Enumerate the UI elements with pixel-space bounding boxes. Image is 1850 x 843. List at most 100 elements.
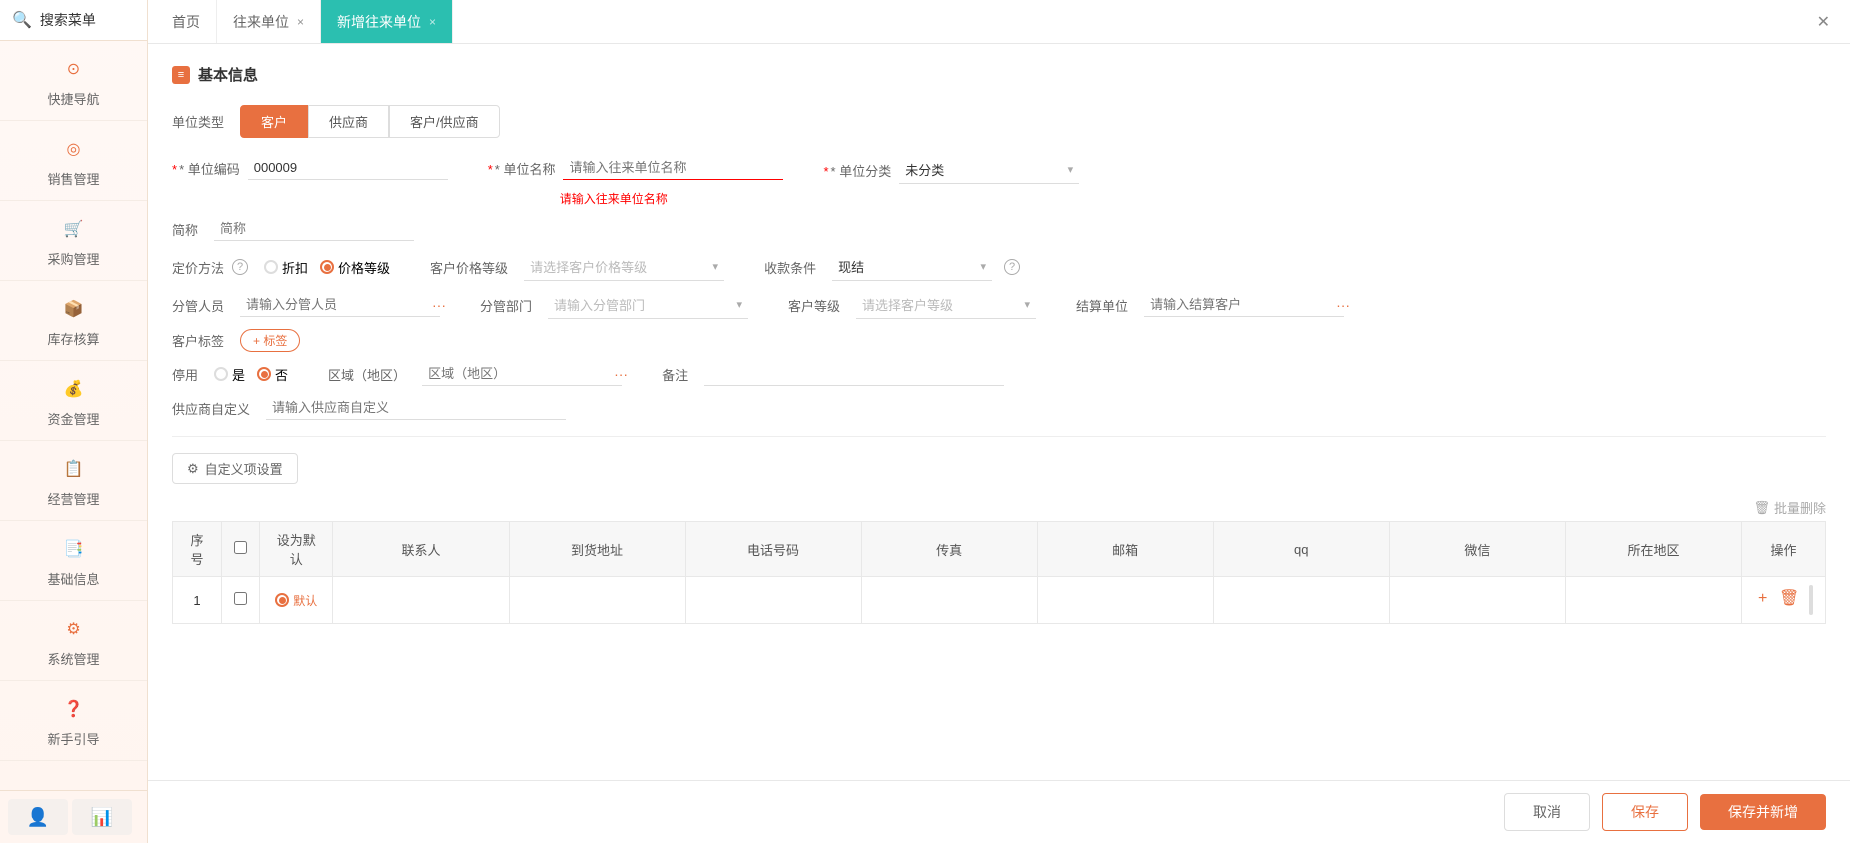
row-supplier-custom: 供应商自定义: [172, 396, 1826, 420]
address-input[interactable]: [522, 593, 673, 608]
cell-default[interactable]: 默认: [259, 577, 333, 624]
unit-name-input[interactable]: [563, 156, 783, 180]
manager-more-btn[interactable]: ···: [428, 297, 450, 313]
region-input[interactable]: [422, 362, 610, 385]
cancel-button[interactable]: 取消: [1504, 793, 1590, 831]
unit-type-label: 单位类型: [172, 112, 224, 131]
unit-type-supplier[interactable]: 供应商: [308, 105, 389, 138]
cell-email[interactable]: [1037, 577, 1213, 624]
row-add-btn[interactable]: +: [1758, 590, 1767, 607]
sidebar-item-sales[interactable]: ◎ 销售管理: [0, 121, 147, 201]
sidebar-item-guide[interactable]: ❓ 新手引导: [0, 681, 147, 761]
sidebar-item-operations[interactable]: 📋 经营管理: [0, 441, 147, 521]
row-checkbox[interactable]: [234, 592, 247, 605]
col-wechat: 微信: [1389, 522, 1565, 577]
inventory-icon: 📦: [58, 293, 90, 325]
sidebar-search[interactable]: 🔍 搜索菜单: [0, 0, 147, 41]
customer-price-level-select[interactable]: 请选择客户价格等级 ▾: [524, 253, 724, 281]
unit-code-input[interactable]: [248, 156, 448, 180]
row-tags: 客户标签 + 标签: [172, 329, 1826, 352]
row-drag-handle[interactable]: [1809, 585, 1813, 615]
row-delete-btn[interactable]: 🗑: [1779, 590, 1799, 607]
supplier-custom-field: 供应商自定义: [172, 396, 566, 420]
save-button[interactable]: 保存: [1602, 793, 1688, 831]
supplier-custom-input[interactable]: [266, 396, 566, 420]
unit-type-both[interactable]: 客户/供应商: [389, 105, 500, 138]
wechat-input[interactable]: [1402, 593, 1553, 608]
disabled-label: 停用: [172, 365, 198, 384]
custom-settings-label: 自定义项设置: [205, 459, 283, 478]
unit-category-select[interactable]: 未分类 ▾: [899, 156, 1079, 184]
cell-qq[interactable]: [1213, 577, 1389, 624]
tab-new-unit[interactable]: 新增往来单位 ×: [321, 0, 453, 43]
email-input[interactable]: [1050, 593, 1201, 608]
select-all-checkbox[interactable]: [234, 541, 247, 554]
sidebar-item-label: 销售管理: [47, 169, 99, 188]
department-field: 分管部门 请输入分管部门 ▾: [480, 291, 748, 319]
pricing-method-label: 定价方法: [172, 258, 224, 277]
default-radio[interactable]: 默认: [272, 592, 321, 609]
sidebar-item-system[interactable]: ⚙ 系统管理: [0, 601, 147, 681]
disabled-field: 停用 是 否: [172, 365, 288, 384]
tab-new-unit-label: 新增往来单位: [337, 12, 421, 32]
save-new-button[interactable]: 保存并新增: [1700, 794, 1826, 830]
cell-contact[interactable]: [333, 577, 509, 624]
contact-input[interactable]: [345, 593, 496, 608]
cell-address[interactable]: [509, 577, 685, 624]
cell-fax[interactable]: [861, 577, 1037, 624]
pricing-discount-circle: [264, 260, 278, 274]
pricing-radio-group: 折扣 价格等级: [264, 258, 390, 277]
tag-add-button[interactable]: + 标签: [240, 329, 300, 352]
window-close-btn[interactable]: ✕: [1805, 12, 1842, 32]
payment-terms-help-icon[interactable]: ?: [1004, 259, 1020, 275]
payment-terms-select[interactable]: 现结 ▾: [832, 253, 992, 281]
unit-type-customer[interactable]: 客户: [240, 105, 308, 138]
row-short-name: 简称: [172, 217, 1826, 241]
manager-input[interactable]: [240, 293, 428, 316]
manager-label: 分管人员: [172, 296, 224, 315]
phone-input[interactable]: [698, 593, 849, 608]
guide-icon: ❓: [58, 693, 90, 725]
cell-region[interactable]: [1565, 577, 1741, 624]
settlement-more-btn[interactable]: ···: [1332, 297, 1354, 313]
sidebar-item-label: 资金管理: [47, 409, 99, 428]
sidebar-collapse-btn[interactable]: 👤: [8, 799, 68, 835]
region-more-btn[interactable]: ···: [610, 366, 632, 382]
unit-category-chevron: ▾: [1068, 163, 1074, 176]
disabled-yes-radio[interactable]: 是: [214, 365, 245, 384]
cell-phone[interactable]: [685, 577, 861, 624]
col-checkbox[interactable]: [221, 522, 259, 577]
unit-code-field: ** 单位编码: [172, 156, 448, 180]
col-seq: 序号: [173, 522, 222, 577]
tab-home[interactable]: 首页: [156, 0, 217, 43]
sidebar-settings-btn[interactable]: 📊: [72, 799, 132, 835]
settlement-unit-input[interactable]: [1144, 293, 1332, 316]
sidebar-item-quick-nav[interactable]: ⊙ 快捷导航: [0, 41, 147, 121]
purchase-icon: 🛒: [58, 213, 90, 245]
cell-wechat[interactable]: [1389, 577, 1565, 624]
customer-tag-field: 客户标签 + 标签: [172, 329, 300, 352]
region-input-cell[interactable]: [1578, 593, 1729, 608]
sidebar-item-purchase[interactable]: 🛒 采购管理: [0, 201, 147, 281]
tab-units[interactable]: 往来单位 ×: [217, 0, 321, 43]
sidebar-item-finance[interactable]: 💰 资金管理: [0, 361, 147, 441]
pricing-level-radio[interactable]: 价格等级: [320, 258, 390, 277]
remark-input[interactable]: [704, 362, 1004, 386]
fax-input[interactable]: [874, 593, 1025, 608]
customer-level-placeholder: 请选择客户等级: [862, 295, 1020, 314]
short-name-input[interactable]: [214, 217, 414, 241]
qq-input[interactable]: [1226, 593, 1377, 608]
batch-delete-label[interactable]: 批量删除: [1774, 498, 1826, 517]
tab-new-unit-close[interactable]: ×: [429, 15, 436, 29]
disabled-no-radio[interactable]: 否: [257, 365, 288, 384]
tab-units-close[interactable]: ×: [297, 15, 304, 29]
gear-icon: ⚙: [187, 461, 199, 477]
sidebar-item-basic-info[interactable]: 📑 基础信息: [0, 521, 147, 601]
cell-checkbox[interactable]: [221, 577, 259, 624]
custom-settings-btn[interactable]: ⚙ 自定义项设置: [172, 453, 298, 484]
department-select[interactable]: 请输入分管部门 ▾: [548, 291, 748, 319]
pricing-help-icon[interactable]: ?: [232, 259, 248, 275]
sidebar-item-inventory[interactable]: 📦 库存核算: [0, 281, 147, 361]
pricing-discount-radio[interactable]: 折扣: [264, 258, 308, 277]
customer-level-select[interactable]: 请选择客户等级 ▾: [856, 291, 1036, 319]
